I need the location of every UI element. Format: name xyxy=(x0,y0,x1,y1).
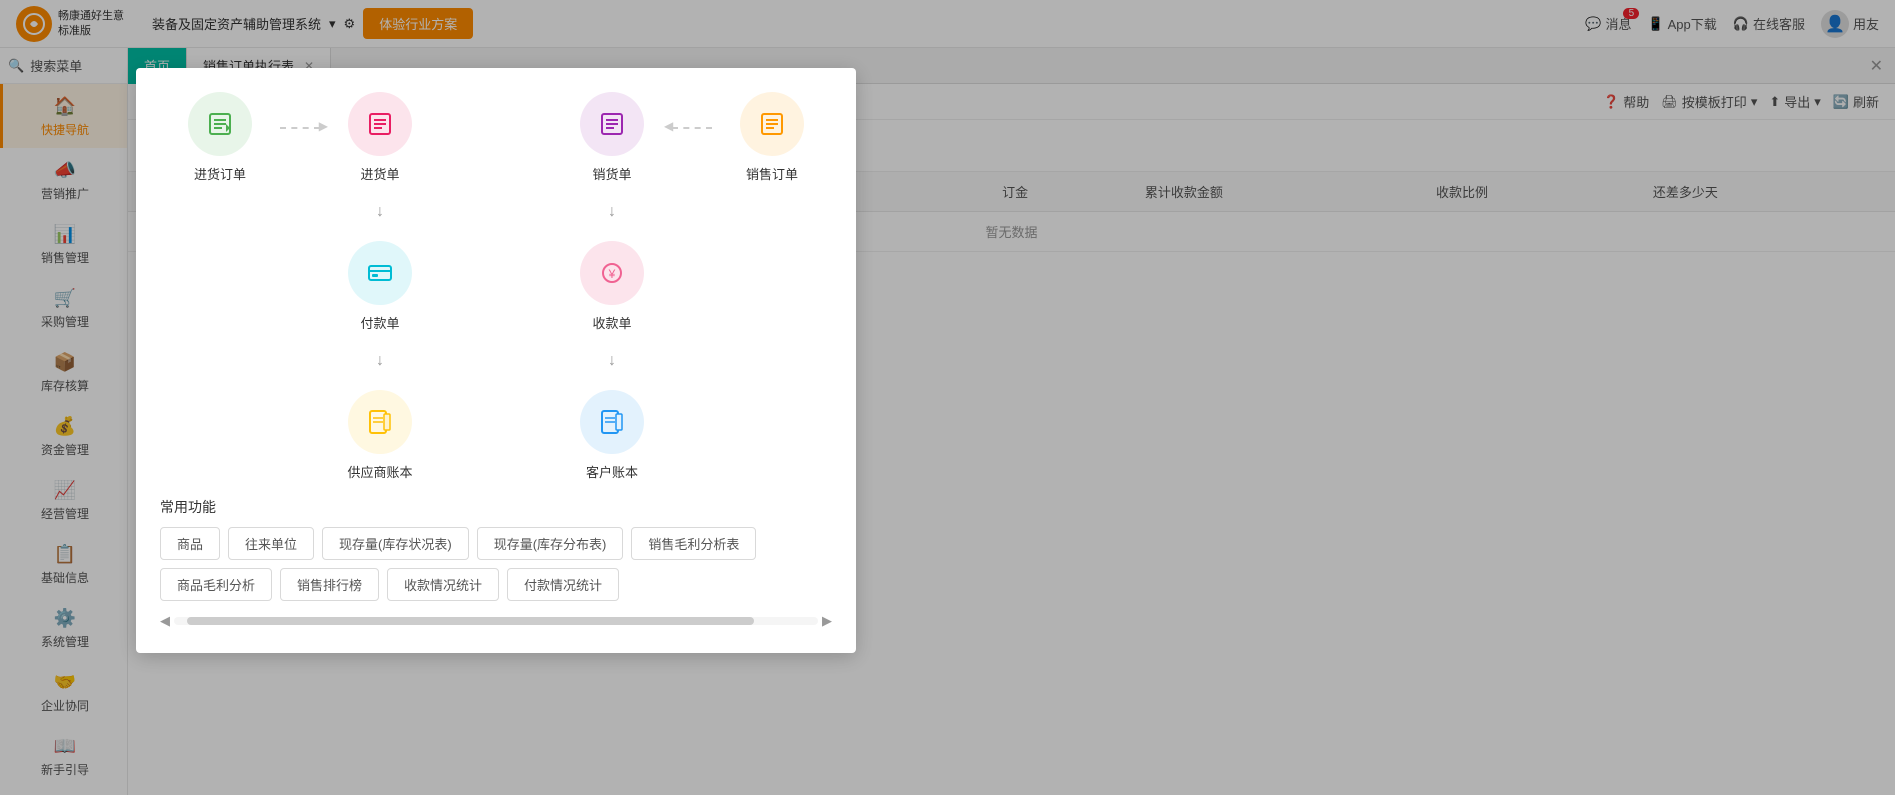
sales-order-label: 销售订单 xyxy=(746,164,798,183)
popup-scrollbar[interactable] xyxy=(174,617,818,625)
flow-node-sales-bill[interactable]: 销货单 xyxy=(552,92,672,183)
purchase-bill-label: 进货单 xyxy=(360,164,399,183)
flow-arrows-row2: ↓ ↓ xyxy=(160,352,832,370)
func-btn-0[interactable]: 商品 xyxy=(160,527,220,560)
flow-node-supplier-ledger[interactable]: 供应商账本 xyxy=(320,390,440,481)
sales-order-icon xyxy=(740,92,804,156)
func-btn-7[interactable]: 收款情况统计 xyxy=(387,568,499,601)
flow-arrows-row1: ↓ ↓ xyxy=(160,203,832,221)
customer-ledger-label: 客户账本 xyxy=(586,462,638,481)
supplier-ledger-label: 供应商账本 xyxy=(347,462,412,481)
flow-node-payment[interactable]: 付款单 xyxy=(320,241,440,332)
common-functions-title: 常用功能 xyxy=(160,497,832,517)
payment-icon xyxy=(348,241,412,305)
common-functions: 常用功能 商品往来单位现存量(库存状况表)现存量(库存分布表)销售毛利分析表商品… xyxy=(160,497,832,601)
func-btn-5[interactable]: 商品毛利分析 xyxy=(160,568,272,601)
popup-dialog: 进货订单 ▶ 进货单 销货单 ◀ xyxy=(136,68,856,653)
func-btn-8[interactable]: 付款情况统计 xyxy=(507,568,619,601)
scroll-left-icon[interactable]: ◀ xyxy=(160,613,170,629)
sales-bill-label: 销货单 xyxy=(592,164,631,183)
payment-label: 付款单 xyxy=(360,313,399,332)
func-btn-3[interactable]: 现存量(库存分布表) xyxy=(477,527,624,560)
purchase-order-label: 进货订单 xyxy=(194,164,246,183)
flow-diagram: 进货订单 ▶ 进货单 销货单 ◀ xyxy=(160,92,832,481)
svg-text:¥: ¥ xyxy=(608,267,616,281)
flow-node-purchase-order[interactable]: 进货订单 xyxy=(160,92,280,183)
flow-row-2: 付款单 ¥ 收款单 xyxy=(160,241,832,332)
flow-node-sales-order[interactable]: 销售订单 xyxy=(712,92,832,183)
flow-row-1: 进货订单 ▶ 进货单 销货单 ◀ xyxy=(160,92,832,183)
func-btn-6[interactable]: 销售排行榜 xyxy=(280,568,379,601)
popup-scrollbar-row: ◀ ▶ xyxy=(160,613,832,629)
popup-scrollbar-thumb xyxy=(187,617,754,625)
supplier-ledger-icon xyxy=(348,390,412,454)
flow-row-3: 供应商账本 客户账本 xyxy=(160,390,832,481)
flow-node-receipt[interactable]: ¥ 收款单 xyxy=(552,241,672,332)
customer-ledger-icon xyxy=(580,390,644,454)
purchase-bill-icon xyxy=(348,92,412,156)
func-buttons-container: 商品往来单位现存量(库存状况表)现存量(库存分布表)销售毛利分析表商品毛利分析销… xyxy=(160,527,832,601)
receipt-icon: ¥ xyxy=(580,241,644,305)
purchase-order-icon xyxy=(188,92,252,156)
func-btn-2[interactable]: 现存量(库存状况表) xyxy=(322,527,469,560)
scroll-right-icon[interactable]: ▶ xyxy=(822,613,832,629)
func-btn-4[interactable]: 销售毛利分析表 xyxy=(631,527,756,560)
flow-node-customer-ledger[interactable]: 客户账本 xyxy=(552,390,672,481)
flow-node-purchase-bill[interactable]: 进货单 xyxy=(320,92,440,183)
sales-bill-icon xyxy=(580,92,644,156)
receipt-label: 收款单 xyxy=(592,313,631,332)
func-btn-1[interactable]: 往来单位 xyxy=(228,527,314,560)
